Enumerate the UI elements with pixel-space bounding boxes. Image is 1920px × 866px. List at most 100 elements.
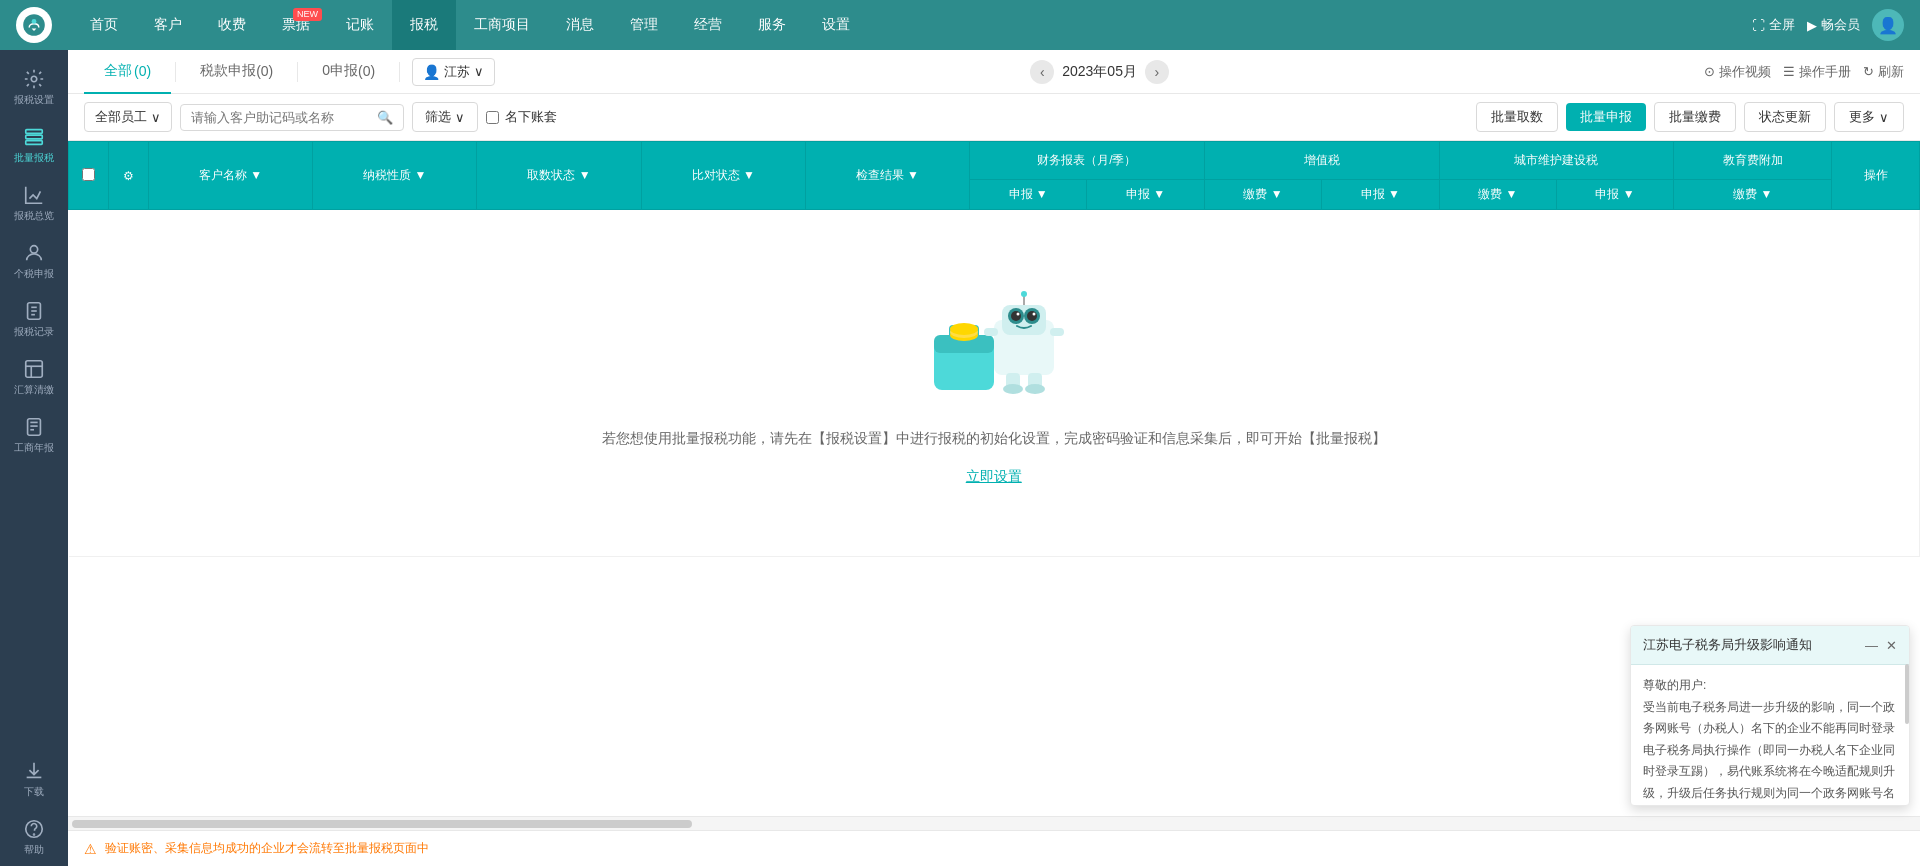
sidebar-item-personal-tax[interactable]: 个税申报 xyxy=(0,232,68,290)
setup-link[interactable]: 立即设置 xyxy=(966,468,1022,486)
search-input[interactable] xyxy=(191,110,371,125)
batch-fetch-button[interactable]: 批量取数 xyxy=(1476,102,1558,132)
search-box: 🔍 xyxy=(180,104,404,131)
nav-settings[interactable]: 设置 xyxy=(804,0,868,50)
tab-divider-3 xyxy=(399,62,400,82)
edu-declare-sub-header[interactable]: 申报 ▼ xyxy=(1556,180,1673,210)
right-actions: ⊙ 操作视频 ☰ 操作手册 ↻ 刷新 xyxy=(1704,63,1904,81)
more-button[interactable]: 更多 ∨ xyxy=(1834,102,1904,132)
tab-zero-declaration[interactable]: 0申报 (0) xyxy=(302,50,395,94)
chevron-down-icon: ∨ xyxy=(1879,110,1889,125)
sidebar-item-batch-tax[interactable]: 批量报税 xyxy=(0,116,68,174)
svg-rect-4 xyxy=(26,135,43,139)
svg-point-33 xyxy=(1032,313,1035,316)
nav-management[interactable]: 管理 xyxy=(612,0,676,50)
region-selector[interactable]: 👤 江苏 ∨ xyxy=(412,58,495,86)
city-construction-tax-header: 城市维护建设税 xyxy=(1439,142,1674,180)
operation-video-link[interactable]: ⊙ 操作视频 xyxy=(1704,63,1771,81)
svg-rect-14 xyxy=(28,419,41,436)
customer-name-header[interactable]: 客户名称 ▼ xyxy=(149,142,313,210)
batch-pay-button[interactable]: 批量缴费 xyxy=(1654,102,1736,132)
vat-declare-sub-header[interactable]: 申报 ▼ xyxy=(1087,180,1204,210)
tax-type-header[interactable]: 纳税性质 ▼ xyxy=(313,142,477,210)
top-nav-right: ⛶ 全屏 ▶ 畅会员 👤 xyxy=(1752,9,1904,41)
sidebar-item-tax-overview[interactable]: 报税总览 xyxy=(0,174,68,232)
svg-point-41 xyxy=(1025,384,1045,394)
nav-tax[interactable]: 报税 xyxy=(392,0,456,50)
svg-point-6 xyxy=(30,246,37,253)
tab-divider-1 xyxy=(175,62,176,82)
notification-body: 尊敬的用户: 受当前电子税务局进一步升级的影响，同一个政务网账号（办税人）名下的… xyxy=(1631,665,1909,805)
sidebar-item-annual-report[interactable]: 工商年报 xyxy=(0,406,68,464)
city-declare-sub-header[interactable]: 申报 ▼ xyxy=(1322,180,1439,210)
svg-point-19 xyxy=(34,834,35,835)
notification-close-button[interactable]: ✕ xyxy=(1886,638,1897,653)
operation-manual-link[interactable]: ☰ 操作手册 xyxy=(1783,63,1851,81)
sidebar-item-settlement[interactable]: 汇算清缴 xyxy=(0,348,68,406)
nav-fee[interactable]: 收费 xyxy=(200,0,264,50)
svg-point-32 xyxy=(1027,311,1037,321)
svg-rect-37 xyxy=(1050,328,1064,336)
settings-column-header[interactable]: ⚙ xyxy=(109,142,149,210)
horizontal-scrollbar[interactable] xyxy=(68,816,1920,830)
select-all-checkbox[interactable] xyxy=(82,168,95,181)
filter-button[interactable]: 筛选 ∨ xyxy=(412,102,478,132)
svg-rect-11 xyxy=(26,361,43,378)
video-icon: ⊙ xyxy=(1704,64,1715,79)
notification-title: 江苏电子税务局升级影响通知 xyxy=(1643,636,1812,654)
sidebar-item-help[interactable]: 帮助 xyxy=(0,808,68,866)
nav-bookkeeping[interactable]: 记账 xyxy=(328,0,392,50)
city-pay-sub-header[interactable]: 缴费 ▼ xyxy=(1439,180,1556,210)
month-navigation: ‹ 2023年05月 › xyxy=(1030,60,1169,84)
batch-declare-button[interactable]: 批量申报 xyxy=(1566,103,1646,131)
nav-operations[interactable]: 经营 xyxy=(676,0,740,50)
svg-rect-36 xyxy=(984,328,998,336)
vip-button[interactable]: ▶ 畅会员 xyxy=(1807,16,1860,34)
check-result-header[interactable]: 检查结果 ▼ xyxy=(805,142,969,210)
scroll-thumb[interactable] xyxy=(72,820,692,828)
toolbar: 全部员工 ∨ 🔍 筛选 ∨ 名下账套 批量取数 批量申报 批量缴费 状态更新 xyxy=(68,94,1920,141)
nav-business[interactable]: 工商项目 xyxy=(456,0,548,50)
employee-selector[interactable]: 全部员工 ∨ xyxy=(84,102,172,132)
vip-icon: ▶ xyxy=(1807,18,1817,33)
sidebar-item-tax-record[interactable]: 报税记录 xyxy=(0,290,68,348)
nav-home[interactable]: 首页 xyxy=(72,0,136,50)
refresh-button[interactable]: ↻ 刷新 xyxy=(1863,63,1904,81)
sidebar-item-download[interactable]: 下载 xyxy=(0,750,68,808)
status-update-button[interactable]: 状态更新 xyxy=(1744,102,1826,132)
account-set-checkbox[interactable] xyxy=(486,111,499,124)
search-icon[interactable]: 🔍 xyxy=(377,110,393,125)
chevron-down-icon: ∨ xyxy=(151,110,161,125)
empty-message: 若您想使用批量报税功能，请先在【报税设置】中进行报税的初始化设置，完成密码验证和… xyxy=(602,430,1386,448)
financial-report-header: 财务报表（月/季） xyxy=(969,142,1204,180)
empty-state-cell: 若您想使用批量报税功能，请先在【报税设置】中进行报税的初始化设置，完成密码验证和… xyxy=(69,210,1920,557)
account-set-checkbox-label[interactable]: 名下账套 xyxy=(486,108,557,126)
notification-scrollbar[interactable] xyxy=(1905,664,1909,724)
app-logo[interactable] xyxy=(16,7,52,43)
fetch-status-header[interactable]: 取数状态 ▼ xyxy=(477,142,641,210)
sidebar-item-tax-settings[interactable]: 报税设置 xyxy=(0,58,68,116)
operations-header: 操作 xyxy=(1832,142,1920,210)
select-all-checkbox-header[interactable] xyxy=(69,142,109,210)
nav-invoice[interactable]: 票据 NEW xyxy=(264,0,328,50)
svg-point-1 xyxy=(32,19,37,24)
compare-status-header[interactable]: 比对状态 ▼ xyxy=(641,142,805,210)
nav-customer[interactable]: 客户 xyxy=(136,0,200,50)
tab-all[interactable]: 全部 (0) xyxy=(84,50,171,94)
fullscreen-button[interactable]: ⛶ 全屏 xyxy=(1752,16,1795,34)
current-month: 2023年05月 xyxy=(1062,63,1137,81)
svg-point-35 xyxy=(1021,291,1027,297)
nav-items: 首页 客户 收费 票据 NEW 记账 报税 工商项目 消息 管理 经营 服务 设… xyxy=(72,0,1752,50)
notification-minimize-button[interactable]: — xyxy=(1865,638,1878,653)
next-month-button[interactable]: › xyxy=(1145,60,1169,84)
user-avatar[interactable]: 👤 xyxy=(1872,9,1904,41)
nav-services[interactable]: 服务 xyxy=(740,0,804,50)
tab-tax-declaration[interactable]: 税款申报 (0) xyxy=(180,50,293,94)
edu-pay-sub-header[interactable]: 缴费 ▼ xyxy=(1674,180,1832,210)
financial-declare-sub-header[interactable]: 申报 ▼ xyxy=(969,180,1086,210)
toolbar-right-actions: 批量取数 批量申报 批量缴费 状态更新 更多 ∨ xyxy=(1476,102,1904,132)
vat-pay-sub-header[interactable]: 缴费 ▼ xyxy=(1204,180,1321,210)
location-icon: 👤 xyxy=(423,64,440,80)
prev-month-button[interactable]: ‹ xyxy=(1030,60,1054,84)
nav-messages[interactable]: 消息 xyxy=(548,0,612,50)
